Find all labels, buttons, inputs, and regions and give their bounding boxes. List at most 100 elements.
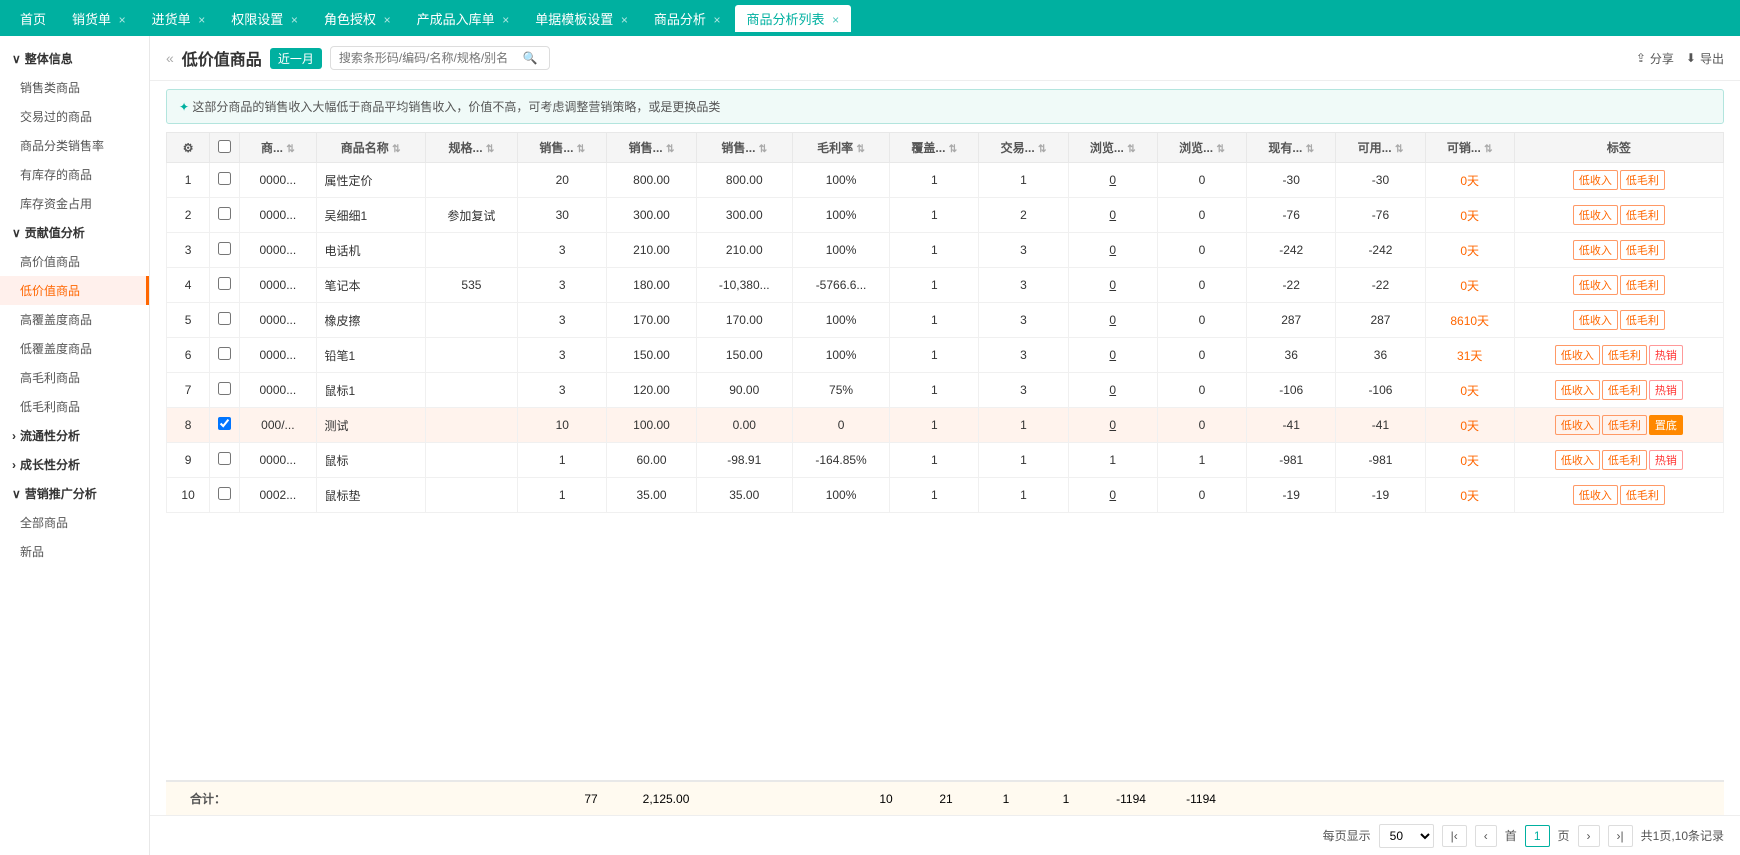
cell-checkbox[interactable] [210,233,240,268]
row-checkbox[interactable] [218,172,231,185]
row-checkbox[interactable] [218,487,231,500]
sidebar-item-new[interactable]: 新品 [0,537,149,566]
sidebar-item-low-margin[interactable]: 低毛利商品 [0,392,149,421]
browse1-val[interactable]: 0 [1109,313,1116,327]
browse1-val[interactable]: 0 [1109,173,1116,187]
cell-browse1[interactable]: 0 [1068,338,1157,373]
browse1-val[interactable]: 0 [1109,488,1116,502]
sidebar-item-traded[interactable]: 交易过的商品 [0,102,149,131]
cell-checkbox[interactable] [210,268,240,303]
col-browse2[interactable]: 浏览... ⇅ [1157,133,1246,163]
cell-browse1[interactable]: 1 [1068,443,1157,478]
sidebar-group-marketing[interactable]: ∨营销推广分析 [0,479,149,508]
sidebar-group-overall[interactable]: ∨整体信息 [0,44,149,73]
sidebar-item-all-products[interactable]: 全部商品 [0,508,149,537]
cell-checkbox[interactable] [210,163,240,198]
cell-browse1[interactable]: 0 [1068,408,1157,443]
row-checkbox[interactable] [218,452,231,465]
row-checkbox[interactable] [218,347,231,360]
collapse-btn[interactable]: « [166,50,174,66]
col-saleable[interactable]: 可销... ⇅ [1425,133,1514,163]
col-spec[interactable]: 规格... ⇅ [425,133,517,163]
sidebar-group-growth[interactable]: ›成长性分析 [0,450,149,479]
col-code[interactable]: 商... ⇅ [240,133,316,163]
row-checkbox[interactable] [218,277,231,290]
browse1-val[interactable]: 0 [1109,208,1116,222]
cell-browse1[interactable]: 0 [1068,478,1157,513]
col-name[interactable]: 商品名称 ⇅ [316,133,425,163]
col-sale3[interactable]: 销售... ⇅ [696,133,792,163]
cell-checkbox[interactable] [210,408,240,443]
date-badge[interactable]: 近一月 [270,48,322,69]
browse1-val[interactable]: 0 [1109,348,1116,362]
cell-browse1[interactable]: 0 [1068,303,1157,338]
col-available[interactable]: 可用... ⇅ [1336,133,1425,163]
cell-tags: 低收入低毛利 [1514,268,1723,303]
row-checkbox[interactable] [218,417,231,430]
col-sale1[interactable]: 销售... ⇅ [518,133,607,163]
cell-sale3: 35.00 [696,478,792,513]
nav-templates[interactable]: 单据模板设置 × [523,5,640,32]
sidebar-item-low-coverage[interactable]: 低覆盖度商品 [0,334,149,363]
col-coverage[interactable]: 覆盖... ⇅ [890,133,979,163]
cell-checkbox[interactable] [210,373,240,408]
cell-browse1[interactable]: 0 [1068,163,1157,198]
col-checkbox[interactable] [210,133,240,163]
current-page[interactable]: 1 [1525,825,1550,847]
col-margin[interactable]: 毛利率 ⇅ [792,133,889,163]
export-button[interactable]: ⬇ 导出 [1686,50,1724,67]
nav-roles[interactable]: 角色授权 × [312,5,403,32]
select-all-checkbox[interactable] [218,140,231,153]
browse1-val[interactable]: 0 [1109,278,1116,292]
cell-checkbox[interactable] [210,338,240,373]
first-page-btn[interactable]: |‹ [1442,825,1467,847]
table-container[interactable]: ⚙ 商... ⇅ 商品名称 ⇅ 规格... ⇅ 销售... ⇅ 销售... ⇅ … [150,132,1740,780]
prev-page-btn[interactable]: ‹ [1475,825,1497,847]
cell-browse1[interactable]: 0 [1068,198,1157,233]
row-checkbox[interactable] [218,312,231,325]
browse1-val[interactable]: 0 [1109,243,1116,257]
nav-sales[interactable]: 销货单 × [60,5,138,32]
browse1-val[interactable]: 0 [1109,418,1116,432]
col-trade[interactable]: 交易... ⇅ [979,133,1068,163]
cell-checkbox[interactable] [210,198,240,233]
browse1-val[interactable]: 0 [1109,383,1116,397]
sidebar-item-high-coverage[interactable]: 高覆盖度商品 [0,305,149,334]
col-sale2[interactable]: 销售... ⇅ [607,133,696,163]
col-browse1[interactable]: 浏览... ⇅ [1068,133,1157,163]
nav-analysis-list[interactable]: 商品分析列表 × [735,5,852,32]
search-input[interactable] [339,51,519,65]
sidebar-item-high-value[interactable]: 高价值商品 [0,247,149,276]
col-current[interactable]: 现有... ⇅ [1247,133,1336,163]
cell-browse1[interactable]: 0 [1068,268,1157,303]
next-page-btn[interactable]: › [1578,825,1600,847]
nav-purchase[interactable]: 进货单 × [140,5,218,32]
sidebar-group-circulation[interactable]: ›流通性分析 [0,421,149,450]
last-page-btn[interactable]: ›| [1608,825,1633,847]
sidebar-item-low-value[interactable]: 低价值商品 [0,276,149,305]
cell-browse1[interactable]: 0 [1068,233,1157,268]
sidebar-group-contribution[interactable]: ∨贡献值分析 [0,218,149,247]
sidebar-item-high-margin[interactable]: 高毛利商品 [0,363,149,392]
cell-browse1[interactable]: 0 [1068,373,1157,408]
sidebar-item-category-rate[interactable]: 商品分类销售率 [0,131,149,160]
sidebar-item-capital[interactable]: 库存资金占用 [0,189,149,218]
cell-num: 5 [167,303,210,338]
per-page-select[interactable]: 50 100 200 [1379,824,1434,848]
col-tags[interactable]: 标签 [1514,133,1723,163]
sidebar-item-inventory[interactable]: 有库存的商品 [0,160,149,189]
row-checkbox[interactable] [218,242,231,255]
row-checkbox[interactable] [218,207,231,220]
search-box[interactable]: 🔍 [330,46,550,70]
cell-checkbox[interactable] [210,478,240,513]
cell-checkbox[interactable] [210,303,240,338]
nav-permissions[interactable]: 权限设置 × [219,5,310,32]
share-button[interactable]: ⇪ 分享 [1636,50,1674,67]
nav-analysis[interactable]: 商品分析 × [642,5,733,32]
nav-home[interactable]: 首页 [8,5,58,32]
row-checkbox[interactable] [218,382,231,395]
nav-products[interactable]: 产成品入库单 × [405,5,522,32]
sidebar-item-sales-products[interactable]: 销售类商品 [0,73,149,102]
col-settings[interactable]: ⚙ [167,133,210,163]
cell-checkbox[interactable] [210,443,240,478]
